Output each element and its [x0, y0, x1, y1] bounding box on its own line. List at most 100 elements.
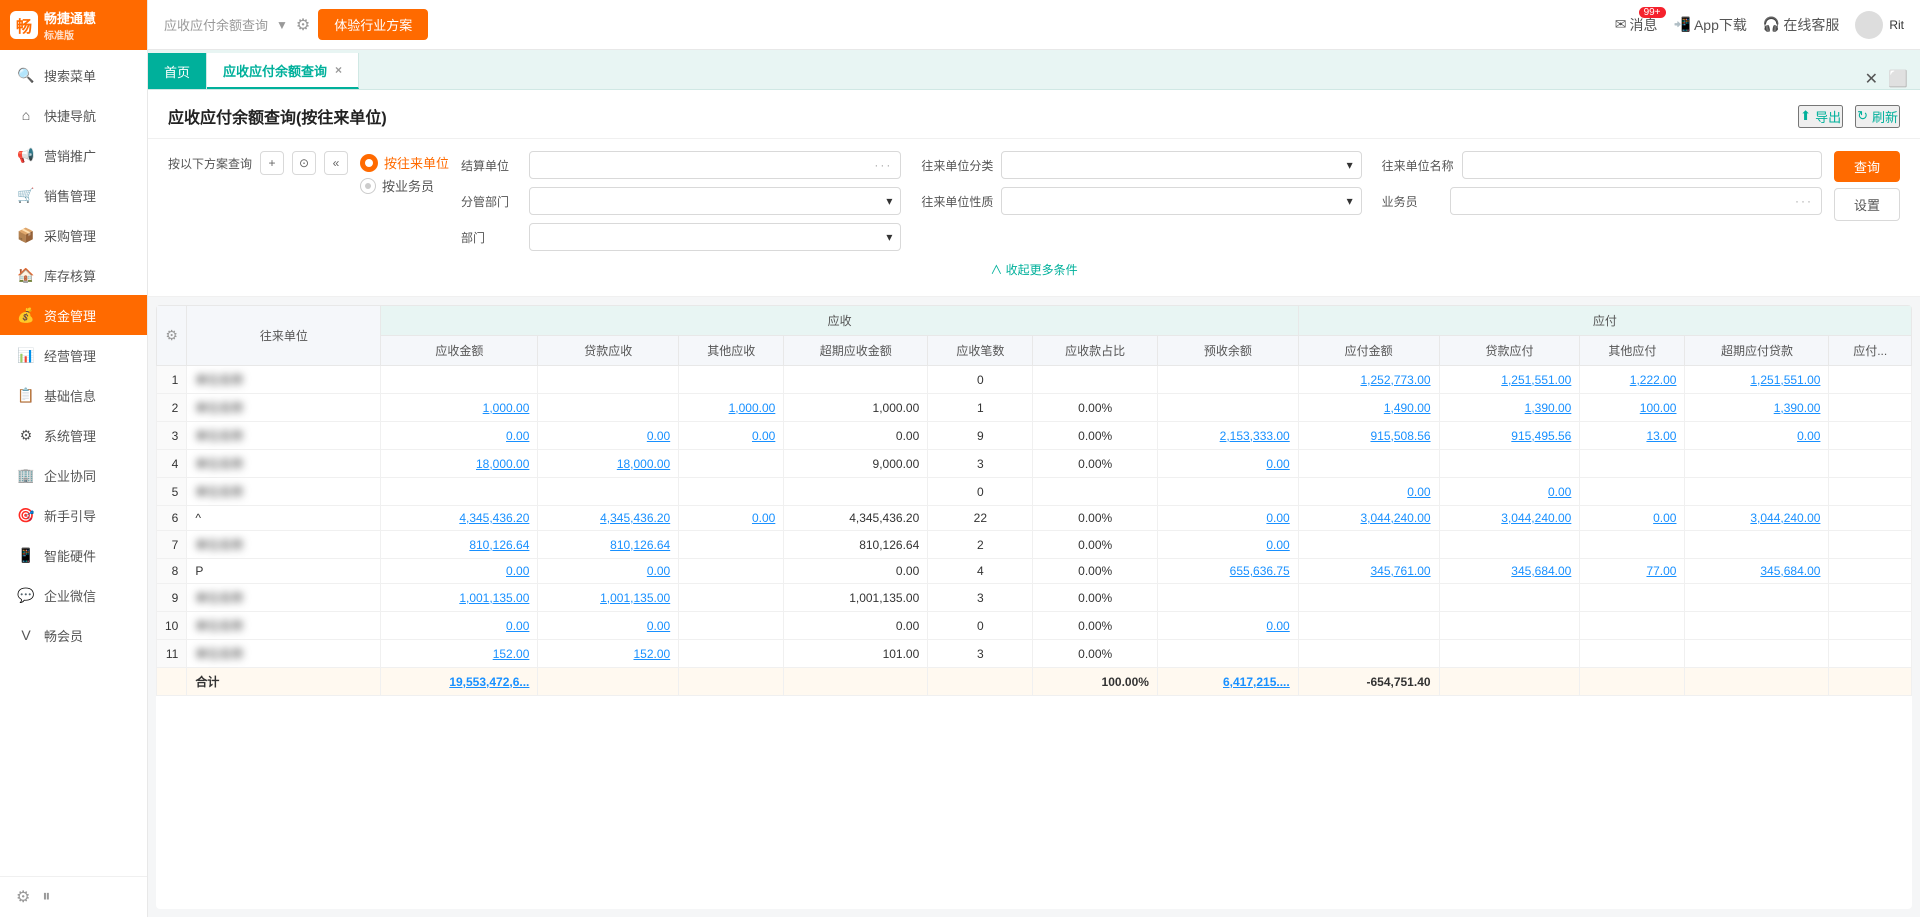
table-row: 1 单位名称 0 1,252,773.00 1,251,551.00 1,222… [157, 366, 1912, 394]
basic-icon: 📋 [16, 385, 36, 405]
ap-other-header: 其他应付 [1580, 336, 1685, 366]
app-download-button[interactable]: 📲 App下载 [1674, 15, 1747, 35]
download-icon: 📲 [1674, 16, 1691, 33]
app-download-label: App下载 [1694, 15, 1747, 35]
ar-overdue-header: 超期应收金额 [784, 336, 928, 366]
hardware-icon: 📱 [16, 545, 36, 565]
sidebar-item-nav[interactable]: ⌂快捷导航 [0, 95, 147, 135]
sidebar-item-finance[interactable]: 💰资金管理 [0, 295, 147, 335]
user-area[interactable]: Rit [1855, 11, 1904, 39]
unit-name-label: 往来单位名称 [1382, 157, 1454, 174]
sidebar-item-marketing[interactable]: 📢营销推广 [0, 135, 147, 175]
dept-manager-input[interactable]: ▾ [529, 187, 901, 215]
sales-icon: 🛒 [16, 185, 36, 205]
export-icon: ⬆ [1800, 108, 1811, 124]
table-row: 4 单位名称 18,000.00 18,000.00 9,000.00 3 0.… [157, 450, 1912, 478]
radio-by-staff [360, 178, 376, 194]
add-scheme-button[interactable]: + [260, 151, 284, 175]
salesperson-input[interactable]: ··· [1450, 187, 1822, 215]
ar-count-header: 应收笔数 [928, 336, 1033, 366]
sidebar: 畅 畅捷通慧 标准版 🔍搜索菜单⌂快捷导航📢营销推广🛒销售管理📦采购管理🏠库存核… [0, 0, 148, 917]
sidebar-item-operation[interactable]: 📊经营管理 [0, 335, 147, 375]
ap-group-header: 应付 [1298, 306, 1911, 336]
wechat-icon: 💬 [16, 585, 36, 605]
tab-home[interactable]: 首页 [148, 53, 207, 89]
app-subtitle: 标准版 [44, 27, 96, 42]
filter-field-salesperson: 业务员 ··· [1382, 187, 1822, 215]
inventory-icon: 🏠 [16, 265, 36, 285]
sidebar-item-guide[interactable]: 🎯新手引导 [0, 495, 147, 535]
total-prepaid[interactable]: 6,417,215.... [1157, 668, 1298, 696]
collapse-more-button[interactable]: ∧ 收起更多条件 [168, 255, 1900, 284]
table-settings-icon[interactable]: ⚙ [165, 327, 178, 343]
sidebar-item-member[interactable]: V畅会员 [0, 615, 147, 655]
filter-option-by-unit[interactable]: 按往来单位 [360, 153, 449, 172]
total-ar-amount[interactable]: 19,553,472,6... [381, 668, 538, 696]
settlement-input[interactable]: ··· [529, 151, 901, 179]
sidebar-item-search[interactable]: 🔍搜索菜单 [0, 55, 147, 95]
sidebar-item-collab[interactable]: 🏢企业协同 [0, 455, 147, 495]
table-row: 8 P 0.00 0.00 0.00 4 0.00% 655,636.75 34… [157, 559, 1912, 584]
sidebar-item-basic[interactable]: 📋基础信息 [0, 375, 147, 415]
ar-pct-header: 应收款占比 [1033, 336, 1158, 366]
option-by-staff-label: 按业务员 [382, 176, 434, 195]
page-title: 应收应付余额查询(按往来单位) [168, 104, 387, 128]
app-title: 畅捷通慧 [44, 8, 96, 27]
export-button[interactable]: ⬆ 导出 [1798, 105, 1843, 128]
tabbar: 首页 应收应付余额查询 × ✕ ⬜ [148, 50, 1920, 90]
query-button[interactable]: 查询 [1834, 151, 1900, 182]
tab-close-icon[interactable]: × [335, 63, 342, 77]
maximize-icon[interactable]: ⬜ [1888, 69, 1908, 89]
table-row: 3 单位名称 0.00 0.00 0.00 0.00 9 0.00% 2,153… [157, 422, 1912, 450]
dept-input[interactable]: ▾ [529, 223, 901, 251]
scheme-collapse-button[interactable]: « [324, 151, 348, 175]
purchase-icon: 📦 [16, 225, 36, 245]
filter-scheme-label: 按以下方案查询 [168, 155, 252, 172]
setting-button[interactable]: 设置 [1834, 188, 1900, 221]
message-button[interactable]: ✉ 消息 99+ [1615, 15, 1658, 35]
table-row: 7 单位名称 810,126.64 810,126.64 810,126.64 … [157, 531, 1912, 559]
unit-name-input[interactable] [1462, 151, 1822, 179]
tab-ar-ap[interactable]: 应收应付余额查询 × [207, 53, 359, 89]
filter-options: 按往来单位 按业务员 [360, 153, 449, 195]
unit-category-input[interactable]: ▾ [1001, 151, 1361, 179]
guide-icon: 🎯 [16, 505, 36, 525]
marketing-icon: 📢 [16, 145, 36, 165]
query-buttons: 查询 设置 [1834, 151, 1900, 221]
close-window-icon[interactable]: ✕ [1865, 69, 1878, 89]
industry-solution-button[interactable]: 体验行业方案 [318, 9, 428, 40]
sidebar-item-purchase[interactable]: 📦采购管理 [0, 215, 147, 255]
sidebar-item-system[interactable]: ⚙系统管理 [0, 415, 147, 455]
ap-amount-header: 应付金额 [1298, 336, 1439, 366]
settings-bottom-icon[interactable]: ⚙ [16, 887, 30, 907]
sidebar-item-sales[interactable]: 🛒销售管理 [0, 175, 147, 215]
salesperson-label: 业务员 [1382, 193, 1442, 210]
table-row: 10 单位名称 0.00 0.00 0.00 0 0.00% 0.00 [157, 612, 1912, 640]
collapse-icon[interactable]: ⏸ [42, 888, 50, 906]
dept-label: 部门 [461, 229, 521, 246]
ar-loan-header: 贷款应收 [538, 336, 679, 366]
data-table: ⚙ 往来单位 应收 应付 应收金额 贷款应收 其他应收 超期应收金额 应收笔数 … [156, 305, 1912, 696]
main-content: 应收应付余额查询(按往来单位) ⬆ 导出 ↻ 刷新 按以下方案查询 + ⊙ « [148, 90, 1920, 917]
sidebar-item-hardware[interactable]: 📱智能硬件 [0, 535, 147, 575]
table-row: 11 单位名称 152.00 152.00 101.00 3 0.00% [157, 640, 1912, 668]
sidebar-item-inventory[interactable]: 🏠库存核算 [0, 255, 147, 295]
gear-icon[interactable]: ⚙ [296, 15, 310, 35]
total-row: 合计 19,553,472,6... 100.00% 6,417,215....… [157, 668, 1912, 696]
table-row: 2 单位名称 1,000.00 1,000.00 1,000.00 1 0.00… [157, 394, 1912, 422]
refresh-button[interactable]: ↻ 刷新 [1855, 105, 1900, 128]
sidebar-item-wechat[interactable]: 💬企业微信 [0, 575, 147, 615]
option-by-unit-label: 按往来单位 [384, 153, 449, 172]
message-icon: ✉ [1615, 16, 1627, 33]
online-service-button[interactable]: 🎧 在线客服 [1763, 15, 1839, 35]
ar-amount-header: 应收金额 [381, 336, 538, 366]
unit-nature-input[interactable]: ▾ [1001, 187, 1361, 215]
settlement-label: 结算单位 [461, 157, 521, 174]
tab-home-label: 首页 [164, 62, 190, 81]
sidebar-bottom: ⚙ ⏸ [0, 876, 147, 917]
scheme-settings-button[interactable]: ⊙ [292, 151, 316, 175]
service-icon: 🎧 [1763, 16, 1780, 33]
total-label: 合计 [187, 668, 381, 696]
filter-option-by-staff[interactable]: 按业务员 [360, 176, 449, 195]
settings-col-header[interactable]: ⚙ [157, 306, 187, 366]
